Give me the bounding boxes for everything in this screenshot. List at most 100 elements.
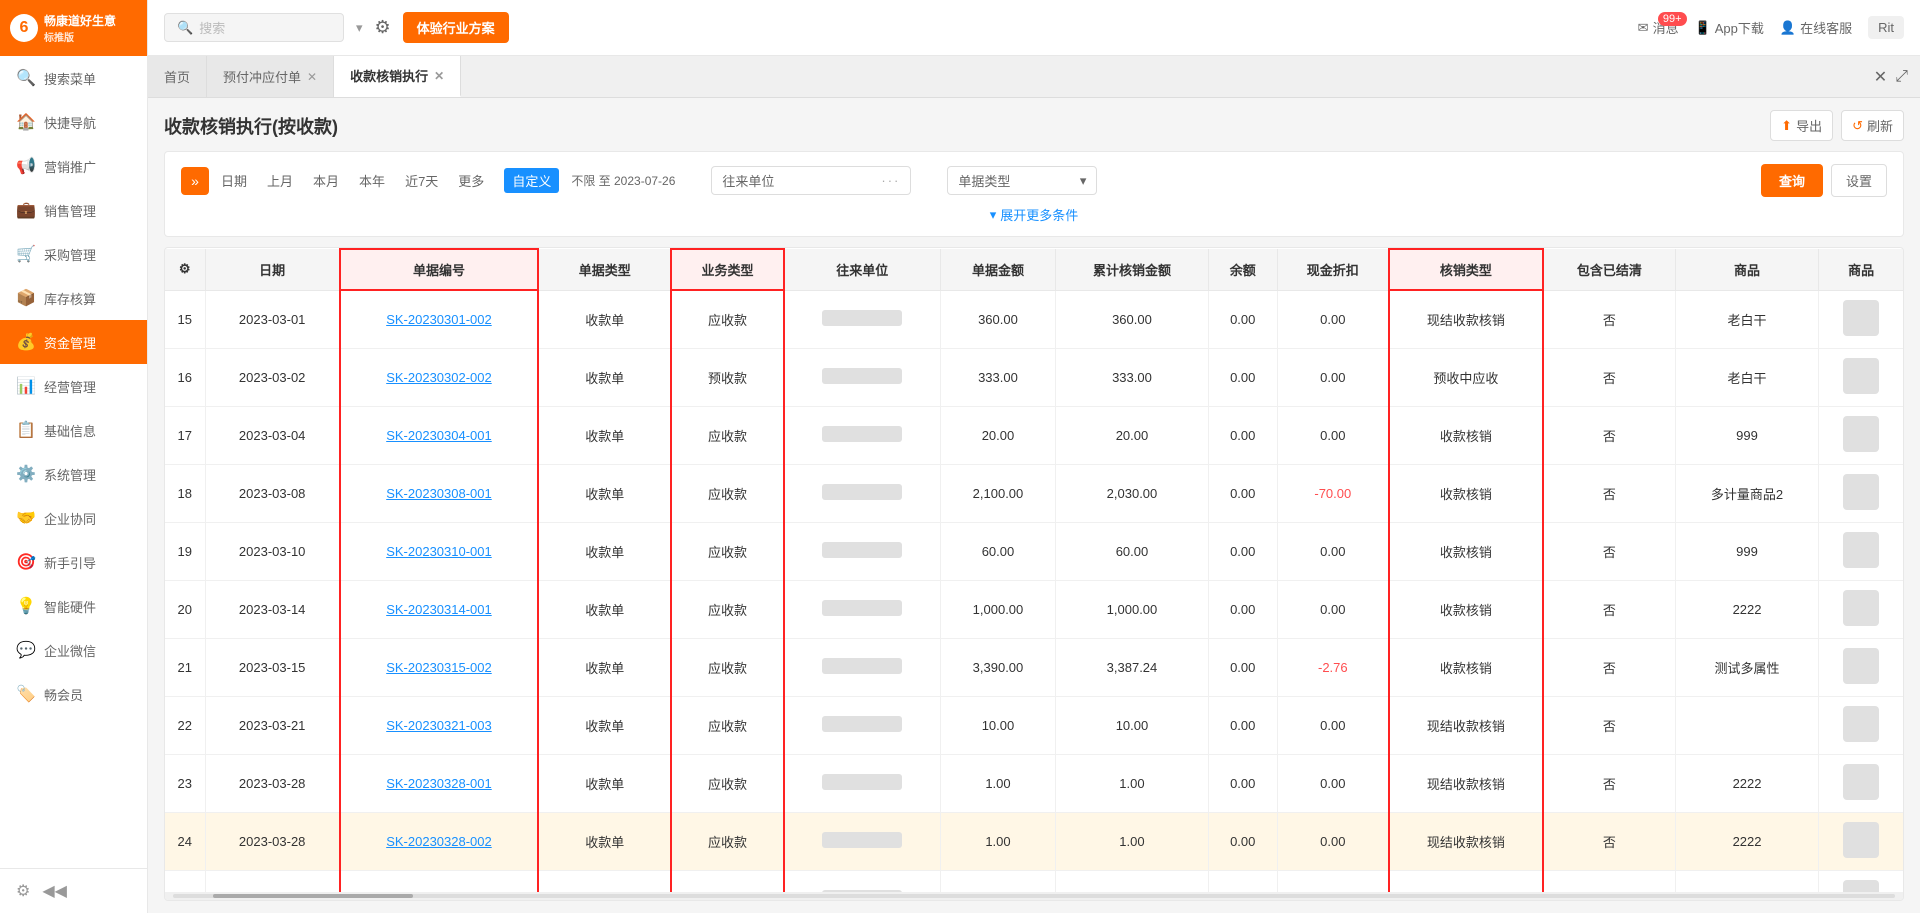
- sidebar-item-purchase[interactable]: 🛒采购管理: [0, 232, 147, 276]
- cell-11: 否: [1543, 290, 1675, 348]
- topbar-gear-icon[interactable]: ⚙: [375, 17, 391, 38]
- message-button[interactable]: ✉ 消息 99+: [1638, 18, 1679, 37]
- tab-close-prepay[interactable]: ✕: [307, 70, 317, 84]
- tab-home[interactable]: 首页: [148, 56, 207, 97]
- date-option-上月[interactable]: 上月: [259, 168, 301, 193]
- doc-link[interactable]: SK-20230314-001: [386, 602, 492, 617]
- cell-0: 21: [165, 638, 205, 696]
- negative-value: -70.00: [1314, 486, 1351, 501]
- cell-12: 多计量商品2: [1675, 464, 1818, 522]
- goods-thumbnail: [1843, 532, 1879, 568]
- date-option-本年[interactable]: 本年: [351, 168, 393, 193]
- sidebar-item-member[interactable]: 🏷️畅会员: [0, 672, 147, 716]
- cell-4: 应收款: [671, 464, 783, 522]
- newbie-icon: 🎯: [16, 552, 36, 572]
- topbar-dropdown-arrow[interactable]: ▾: [356, 20, 363, 36]
- sidebar-item-finance[interactable]: 💰资金管理: [0, 320, 147, 364]
- cell-8: 0.00: [1208, 522, 1277, 580]
- tab-prepay[interactable]: 预付冲应付单✕: [207, 56, 334, 97]
- col-header-0: ⚙: [165, 249, 205, 290]
- doc-link[interactable]: SK-20230308-001: [386, 486, 492, 501]
- finance-icon: 💰: [16, 332, 36, 352]
- tabbar-expand-button[interactable]: ⤢: [1895, 68, 1908, 86]
- doc-link[interactable]: SK-20230310-001: [386, 544, 492, 559]
- goods-thumbnail: [1843, 300, 1879, 336]
- sidebar-item-marketing[interactable]: 📢营销推广: [0, 144, 147, 188]
- date-option-近7天[interactable]: 近7天: [397, 168, 446, 193]
- doc-link[interactable]: SK-20230302-002: [386, 370, 492, 385]
- cell-1: 2023-03-01: [205, 290, 340, 348]
- cell-2: SK-20230331-002: [340, 870, 538, 892]
- data-table: ⚙日期单据编号单据类型业务类型往来单位单据金额累计核销金额余额现金折扣核销类型包…: [165, 248, 1903, 892]
- filter-setting-button[interactable]: 设置: [1831, 164, 1887, 197]
- doc-link[interactable]: SK-20230328-002: [386, 834, 492, 849]
- table-scroll-area[interactable]: ⚙日期单据编号单据类型业务类型往来单位单据金额累计核销金额余额现金折扣核销类型包…: [165, 248, 1903, 892]
- cell-13: [1819, 580, 1903, 638]
- partner-select[interactable]: 往来单位 ···: [711, 166, 911, 195]
- cell-8: 0.00: [1208, 290, 1277, 348]
- doc-link[interactable]: SK-20230321-003: [386, 718, 492, 733]
- sidebar-item-system[interactable]: ⚙️系统管理: [0, 452, 147, 496]
- scrollbar-thumb[interactable]: [213, 894, 413, 898]
- sidebar-logo: 6 畅康道好生意 标推版: [0, 0, 147, 56]
- cell-3: 红字收款单: [538, 870, 671, 892]
- cell-7: 333.00: [1056, 348, 1209, 406]
- page-content: 收款核销执行(按收款) ⬆ 导出 ↺ 刷新 » 日期 上月本月本年近7天更多 自…: [148, 98, 1920, 913]
- sidebar-label-wechat: 企业微信: [44, 641, 96, 660]
- sidebar-item-hardware[interactable]: 💡智能硬件: [0, 584, 147, 628]
- goods-thumbnail: [1843, 764, 1879, 800]
- filter-toggle-button[interactable]: »: [181, 167, 209, 195]
- cell-6: 20.00: [940, 406, 1055, 464]
- online-service-button[interactable]: 👤 在线客服: [1780, 18, 1852, 37]
- cell-8: 0.00: [1208, 754, 1277, 812]
- tabbar-close-all-button[interactable]: ✕: [1874, 67, 1887, 87]
- cell-2: SK-20230302-002: [340, 348, 538, 406]
- sidebar-item-operation[interactable]: 📊经营管理: [0, 364, 147, 408]
- cell-12: 老白干: [1675, 290, 1818, 348]
- query-button[interactable]: 查询: [1761, 164, 1823, 197]
- user-avatar[interactable]: Rit: [1868, 16, 1904, 39]
- sidebar-item-search[interactable]: 🔍搜索菜单: [0, 56, 147, 100]
- sidebar-item-wechat[interactable]: 💬企业微信: [0, 628, 147, 672]
- trial-industry-button[interactable]: 体验行业方案: [403, 12, 509, 43]
- doc-type-select[interactable]: 单据类型 ▾: [947, 166, 1097, 195]
- date-custom-option[interactable]: 自定义: [504, 168, 559, 193]
- refresh-icon: ↺: [1852, 118, 1863, 134]
- tab-close-collection[interactable]: ✕: [434, 69, 444, 83]
- tab-collection[interactable]: 收款核销执行✕: [334, 56, 461, 97]
- sidebar-item-basic[interactable]: 📋基础信息: [0, 408, 147, 452]
- topbar-search-box[interactable]: 🔍 搜索: [164, 13, 344, 42]
- cell-0: 16: [165, 348, 205, 406]
- sidebar-item-sales[interactable]: 💼销售管理: [0, 188, 147, 232]
- doc-link[interactable]: SK-20230301-002: [386, 312, 492, 327]
- refresh-button[interactable]: ↺ 刷新: [1841, 110, 1904, 141]
- cell-2: SK-20230328-001: [340, 754, 538, 812]
- export-icon: ⬆: [1781, 118, 1792, 134]
- doc-link[interactable]: SK-20230304-001: [386, 428, 492, 443]
- cell-12: 2222: [1675, 580, 1818, 638]
- sidebar-item-quicknav[interactable]: 🏠快捷导航: [0, 100, 147, 144]
- cell-13: [1819, 406, 1903, 464]
- expand-conditions-button[interactable]: ▾ 展开更多条件: [181, 205, 1887, 224]
- horizontal-scrollbar[interactable]: [165, 892, 1903, 900]
- doc-link[interactable]: SK-20230328-001: [386, 776, 492, 791]
- cell-4: 应收款: [671, 290, 783, 348]
- export-button[interactable]: ⬆ 导出: [1770, 110, 1833, 141]
- table-row: 192023-03-10SK-20230310-001收款单应收款60.0060…: [165, 522, 1903, 580]
- date-option-本月[interactable]: 本月: [305, 168, 347, 193]
- doc-link[interactable]: SK-20230315-002: [386, 660, 492, 675]
- settings-col-icon[interactable]: ⚙: [179, 261, 191, 276]
- cell-5: [784, 870, 941, 892]
- app-download-button[interactable]: 📱 App下载: [1695, 18, 1764, 37]
- cell-4: 应收款: [671, 638, 783, 696]
- cell-8: 0.00: [1208, 638, 1277, 696]
- sidebar-item-inventory[interactable]: 📦库存核算: [0, 276, 147, 320]
- cell-4: 应收款: [671, 696, 783, 754]
- collapse-icon[interactable]: ◀◀: [42, 881, 67, 901]
- sidebar-item-corp[interactable]: 🤝企业协同: [0, 496, 147, 540]
- settings-icon[interactable]: ⚙: [16, 881, 30, 901]
- cell-11: 否: [1543, 348, 1675, 406]
- sidebar-label-marketing: 营销推广: [44, 157, 96, 176]
- date-option-更多[interactable]: 更多: [450, 168, 492, 193]
- sidebar-item-newbie[interactable]: 🎯新手引导: [0, 540, 147, 584]
